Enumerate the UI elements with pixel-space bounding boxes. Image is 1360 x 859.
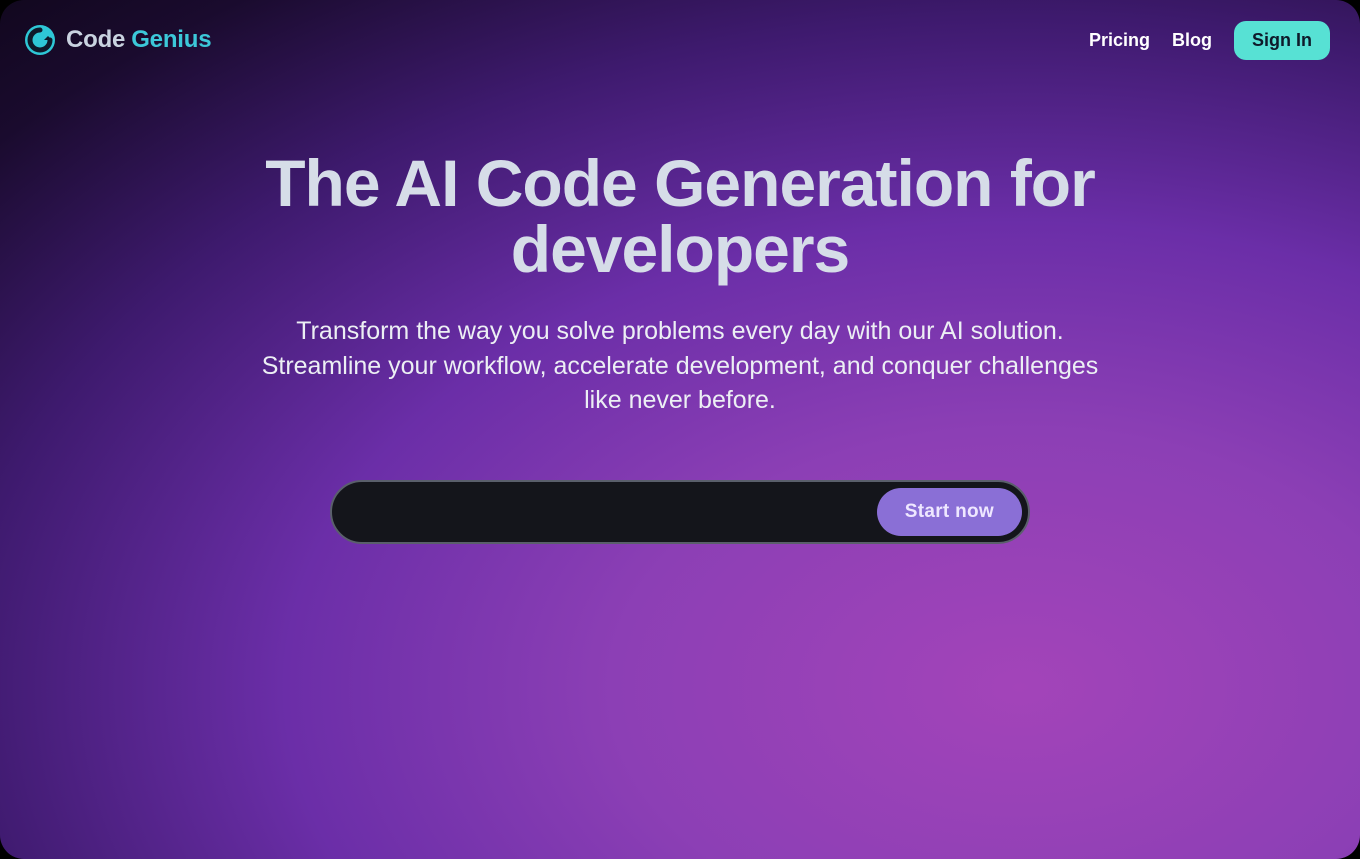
brand-word-2: Genius [131,26,211,54]
hero-section: The AI Code Generation for developers Tr… [0,150,1360,544]
page-root: Code Genius Pricing Blog Sign In The AI … [0,0,1360,859]
top-nav: Code Genius Pricing Blog Sign In [0,0,1360,80]
prompt-input[interactable] [356,482,848,542]
brand-text: Code Genius [66,26,211,54]
brand[interactable]: Code Genius [24,24,211,56]
hero-title: The AI Code Generation for developers [200,150,1160,282]
prompt-input-container: Start now [330,480,1030,544]
nav-link-blog[interactable]: Blog [1172,30,1212,51]
brand-logo-icon [24,24,56,56]
nav-link-pricing[interactable]: Pricing [1089,30,1150,51]
hero-subtitle: Transform the way you solve problems eve… [245,314,1115,418]
start-now-button[interactable]: Start now [877,488,1022,536]
nav-right: Pricing Blog Sign In [1089,21,1330,60]
brand-word-1: Code [66,26,125,54]
sign-in-button[interactable]: Sign In [1234,21,1330,60]
